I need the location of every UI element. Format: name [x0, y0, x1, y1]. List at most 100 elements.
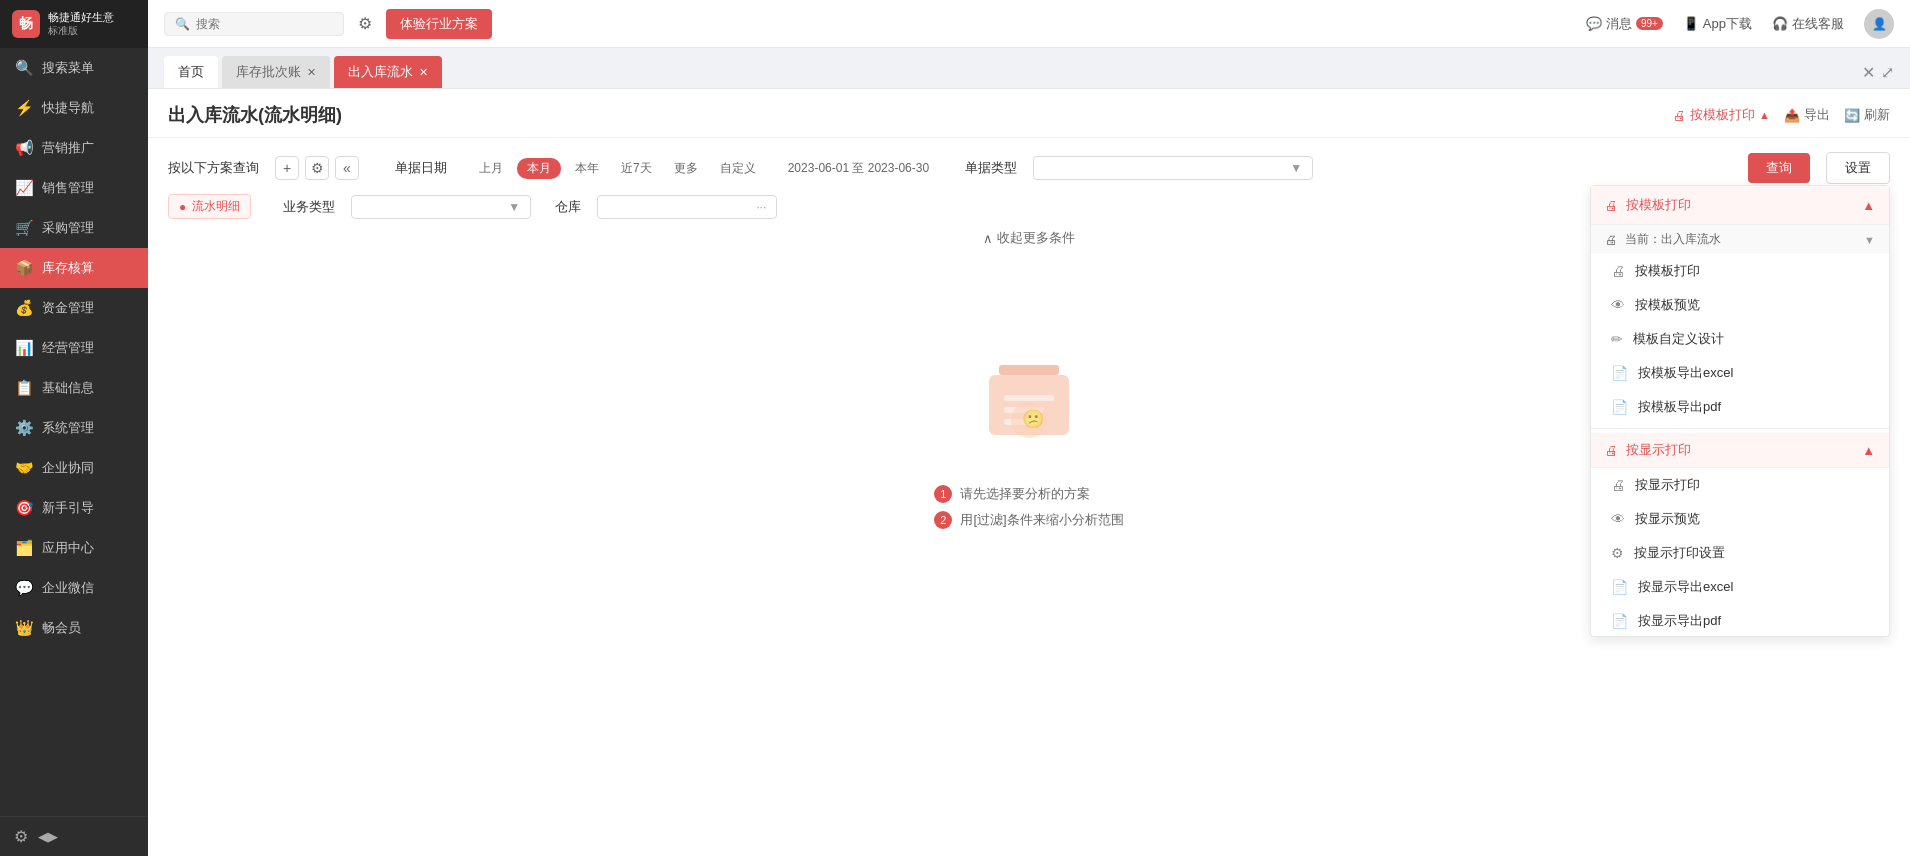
active-filter-tag: ● 流水明细 — [168, 194, 251, 219]
refresh-icon: 🔄 — [1844, 108, 1860, 123]
template-design-label: 模板自定义设计 — [1633, 330, 1724, 348]
industry-btn[interactable]: 体验行业方案 — [386, 9, 492, 39]
export-icon: 📤 — [1784, 108, 1800, 123]
date-more[interactable]: 更多 — [666, 158, 706, 179]
sidebar-item-sales[interactable]: 📈 销售管理 — [0, 168, 148, 208]
search-input[interactable] — [196, 17, 316, 31]
sidebar-item-inventory[interactable]: 📦 库存核算 — [0, 248, 148, 288]
message-badge[interactable]: 💬 消息 99+ — [1586, 15, 1663, 33]
sidebar-item-enterprise[interactable]: 🤝 企业协同 — [0, 448, 148, 488]
set-btn[interactable]: 设置 — [1826, 152, 1890, 184]
display-print-icon: 🖨 — [1611, 477, 1625, 493]
dropdown-template-print[interactable]: 🖨 按模板打印 — [1591, 254, 1889, 288]
date-custom[interactable]: 自定义 — [712, 158, 764, 179]
dropdown-template-excel[interactable]: 📄 按模板导出excel — [1591, 356, 1889, 390]
purchase-icon: 🛒 — [14, 218, 34, 238]
template-preview-label: 按模板预览 — [1635, 296, 1700, 314]
business-type-label: 业务类型 — [283, 198, 335, 216]
sidebar-item-app-center[interactable]: 🗂️ 应用中心 — [0, 528, 148, 568]
member-icon: 👑 — [14, 618, 34, 638]
sidebar-item-system[interactable]: ⚙️ 系统管理 — [0, 408, 148, 448]
online-service-btn[interactable]: 🎧 在线客服 — [1772, 15, 1844, 33]
print-template-btn[interactable]: 🖨 按模板打印 ▲ — [1673, 106, 1770, 124]
sidebar-item-wechat[interactable]: 💬 企业微信 — [0, 568, 148, 608]
dropdown-scroll: 🖨 按模板打印 ▲ 🖨 当前：出入库流水 ▼ 🖨 按模板打印 — [1591, 186, 1889, 636]
sidebar-item-purchase[interactable]: 🛒 采购管理 — [0, 208, 148, 248]
refresh-btn[interactable]: 🔄 刷新 — [1844, 106, 1890, 124]
current-section-icon: 🖨 — [1605, 233, 1617, 247]
date-current-month[interactable]: 本月 — [517, 158, 561, 179]
date-7days[interactable]: 近7天 — [613, 158, 660, 179]
sidebar-nav: 🔍 搜索菜单 ⚡ 快捷导航 📢 营销推广 📈 销售管理 🛒 采购管理 📦 库存核… — [0, 48, 148, 816]
dropdown-template-preview[interactable]: 👁 按模板预览 — [1591, 288, 1889, 322]
gear-icon[interactable]: ⚙ — [354, 10, 376, 37]
dropdown-header[interactable]: 🖨 按模板打印 ▲ — [1591, 186, 1889, 225]
finance-icon: 💰 — [14, 298, 34, 318]
operation-icon: 📊 — [14, 338, 34, 358]
refresh-label: 刷新 — [1864, 106, 1890, 124]
settings-icon[interactable]: ⚙ — [14, 827, 28, 846]
sidebar-item-marketing[interactable]: 📢 营销推广 — [0, 128, 148, 168]
business-type-down-icon: ▼ — [508, 200, 520, 214]
date-this-year[interactable]: 本年 — [567, 158, 607, 179]
date-prev-month[interactable]: 上月 — [471, 158, 511, 179]
empty-step-1: 1 请先选择要分析的方案 — [934, 485, 1123, 503]
display-excel-icon: 📄 — [1611, 579, 1628, 595]
sidebar-item-guide[interactable]: 🎯 新手引导 — [0, 488, 148, 528]
print-icon: 🖨 — [1673, 108, 1686, 123]
filter-settings-btn[interactable]: ⚙ — [305, 156, 329, 180]
dropdown-display-excel[interactable]: 📄 按显示导出excel — [1591, 570, 1889, 604]
dropdown-current-section[interactable]: 🖨 当前：出入库流水 ▼ — [1591, 225, 1889, 254]
doc-type-label: 单据类型 — [965, 159, 1017, 177]
sidebar-item-finance[interactable]: 💰 资金管理 — [0, 288, 148, 328]
tabbar: 首页 库存批次账 ✕ 出入库流水 ✕ ✕ ⤢ — [148, 48, 1910, 89]
template-preview-icon: 👁 — [1611, 297, 1625, 313]
dropdown-template-design[interactable]: ✏ 模板自定义设计 — [1591, 322, 1889, 356]
sidebar: 畅 畅捷通好生意 标准版 🔍 搜索菜单 ⚡ 快捷导航 📢 营销推广 📈 销售管理… — [0, 0, 148, 856]
dropdown-display-print[interactable]: 🖨 按显示打印 — [1591, 468, 1889, 502]
display-section-label: 按显示打印 — [1626, 441, 1691, 459]
app-download-btn[interactable]: 📱 App下载 — [1683, 15, 1752, 33]
tab-batch-account[interactable]: 库存批次账 ✕ — [222, 56, 330, 88]
tabbar-actions: ✕ ⤢ — [1862, 63, 1894, 82]
sidebar-item-quick-nav[interactable]: ⚡ 快捷导航 — [0, 88, 148, 128]
tab-inout-flow-close[interactable]: ✕ — [419, 66, 428, 79]
sidebar-item-search[interactable]: 🔍 搜索菜单 — [0, 48, 148, 88]
dropdown-display-print-settings[interactable]: ⚙ 按显示打印设置 — [1591, 536, 1889, 570]
dropdown-display-section-header[interactable]: 🖨 按显示打印 ▲ — [1591, 433, 1889, 468]
business-type-select[interactable]: ▼ — [351, 195, 531, 219]
wechat-icon: 💬 — [14, 578, 34, 598]
sidebar-item-label: 采购管理 — [42, 219, 94, 237]
dropdown-template-pdf[interactable]: 📄 按模板导出pdf — [1591, 390, 1889, 424]
collapse-label: 收起更多条件 — [997, 229, 1075, 247]
tab-batch-account-label: 库存批次账 — [236, 63, 301, 81]
display-print-label: 按显示打印 — [1635, 476, 1700, 494]
template-pdf-label: 按模板导出pdf — [1638, 398, 1721, 416]
collapse-icon[interactable]: ◀▶ — [38, 829, 58, 844]
filter-collapse-btn[interactable]: « — [335, 156, 359, 180]
warehouse-select[interactable]: ··· — [597, 195, 777, 219]
sidebar-item-member[interactable]: 👑 畅会员 — [0, 608, 148, 648]
topbar-search-box[interactable]: 🔍 — [164, 12, 344, 36]
doc-type-select[interactable]: ▼ — [1033, 156, 1313, 180]
tab-batch-account-close[interactable]: ✕ — [307, 66, 316, 79]
add-filter-btn[interactable]: + — [275, 156, 299, 180]
sidebar-item-operation[interactable]: 📊 经营管理 — [0, 328, 148, 368]
close-window-icon[interactable]: ✕ — [1862, 63, 1875, 82]
dropdown-display-preview[interactable]: 👁 按显示预览 — [1591, 502, 1889, 536]
template-print-icon: 🖨 — [1611, 263, 1625, 279]
dropdown-display-pdf[interactable]: 📄 按显示导出pdf — [1591, 604, 1889, 636]
display-print-settings-label: 按显示打印设置 — [1634, 544, 1725, 562]
query-btn[interactable]: 查询 — [1748, 153, 1810, 183]
empty-illustration: 😕 — [969, 345, 1089, 465]
user-avatar[interactable]: 👤 — [1864, 9, 1894, 39]
display-preview-label: 按显示预览 — [1635, 510, 1700, 528]
empty-step-2: 2 用[过滤]条件来缩小分析范围 — [934, 511, 1123, 529]
maximize-icon[interactable]: ⤢ — [1881, 63, 1894, 82]
message-label: 消息 — [1606, 15, 1632, 33]
tab-inout-flow[interactable]: 出入库流水 ✕ — [334, 56, 442, 88]
svg-text:😕: 😕 — [1022, 408, 1045, 430]
export-btn[interactable]: 📤 导出 — [1784, 106, 1830, 124]
tab-home[interactable]: 首页 — [164, 56, 218, 88]
sidebar-item-base[interactable]: 📋 基础信息 — [0, 368, 148, 408]
